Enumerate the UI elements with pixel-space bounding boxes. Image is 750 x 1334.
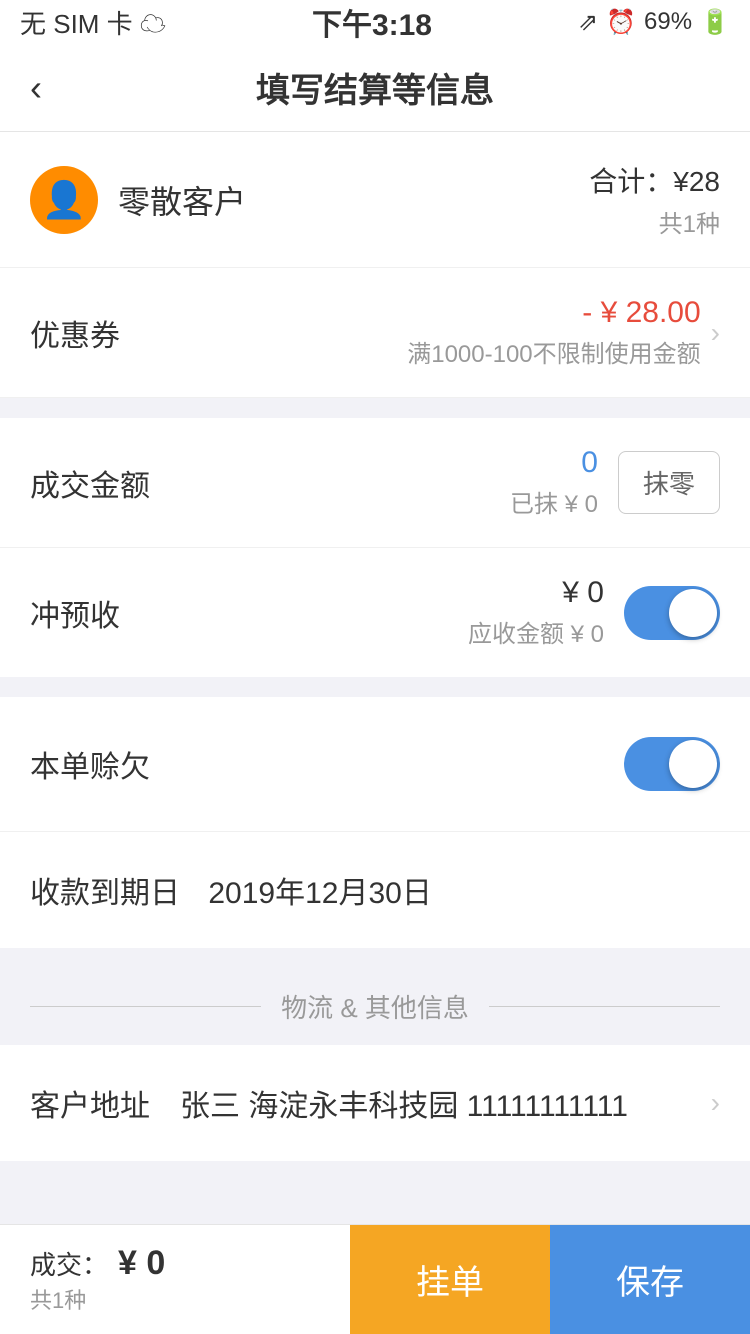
nav-bar: ‹ 填写结算等信息: [0, 44, 750, 132]
prepay-toggle-knob: [669, 589, 717, 637]
avatar-icon: 👤: [42, 179, 87, 221]
deal-amount-right: 0 已抹 ¥ 0 抹零: [510, 446, 720, 519]
address-chevron-icon: ›: [711, 1087, 720, 1119]
coupon-info: - ¥ 28.00 满1000-100不限制使用金额: [407, 296, 700, 369]
deal-amount-row: 成交金额 0 已抹 ¥ 0 抹零: [0, 418, 750, 548]
deal-amount-card: 成交金额 0 已抹 ¥ 0 抹零 冲预收 ¥ 0 应收金额 ¥ 0: [0, 418, 750, 677]
prepay-label: 冲预收: [30, 591, 120, 635]
deal-amount-value[interactable]: 0: [510, 446, 598, 480]
prepay-values: ¥ 0 应收金额 ¥ 0: [468, 576, 604, 649]
prepay-amount: ¥ 0: [468, 576, 604, 610]
due-date-label: 收款到期日: [30, 877, 180, 910]
status-bar: 无 SIM 卡 ☁ 下午3:18 ⇗ ⏰ 69% 🔋: [0, 0, 750, 44]
alarm-icon: ⏰: [606, 8, 636, 37]
status-time: 下午3:18: [312, 0, 432, 44]
customer-name: 零散客户: [118, 177, 246, 223]
sim-label: 无 SIM 卡 ☁: [20, 4, 166, 41]
coupon-amount: - ¥ 28.00: [407, 296, 700, 330]
customer-right: 合计：¥28 共1种: [589, 160, 720, 239]
debt-toggle-knob: [669, 740, 717, 788]
deal-amount-sub: 已抹 ¥ 0: [510, 484, 598, 519]
deal-amount-label: 成交金额: [30, 461, 190, 505]
debt-toggle[interactable]: [624, 737, 720, 791]
address-value: 张三 海淀永丰科技园 11111111111: [180, 1081, 711, 1125]
content-area: 👤 零散客户 合计：¥28 共1种 优惠券 - ¥ 28.00 满1000-10…: [0, 132, 750, 1301]
debt-card: 本单赊欠 收款到期日 2019年12月30日: [0, 697, 750, 948]
coupon-label: 优惠券: [30, 311, 120, 355]
debt-row: 本单赊欠: [0, 697, 750, 831]
coupon-desc: 满1000-100不限制使用金额: [407, 334, 700, 369]
debt-label: 本单赊欠: [30, 742, 150, 786]
prepay-right: ¥ 0 应收金额 ¥ 0: [468, 576, 720, 649]
avatar: 👤: [30, 166, 98, 234]
location-icon: ⇗: [578, 8, 598, 37]
battery-label: 69%: [644, 8, 692, 36]
page-title: 填写结算等信息: [256, 63, 494, 112]
bottom-deal-count: 共1种: [30, 1283, 320, 1315]
total-count: 共1种: [589, 204, 720, 239]
save-button[interactable]: 保存: [550, 1225, 750, 1334]
hold-button[interactable]: 挂单: [350, 1225, 550, 1334]
battery-icon: 🔋: [700, 8, 730, 37]
back-button[interactable]: ‹: [30, 67, 42, 109]
address-card[interactable]: 客户地址 张三 海淀永丰科技园 11111111111 ›: [0, 1045, 750, 1161]
round-zero-button[interactable]: 抹零: [618, 451, 720, 514]
customer-left: 👤 零散客户: [30, 166, 246, 234]
customer-row: 👤 零散客户 合计：¥28 共1种: [0, 132, 750, 268]
logistics-label: 物流 & 其他信息: [281, 988, 469, 1025]
address-row[interactable]: 客户地址 张三 海淀永丰科技园 11111111111 ›: [0, 1045, 750, 1161]
status-left: 无 SIM 卡 ☁: [20, 4, 166, 41]
chevron-right-icon: ›: [711, 317, 720, 349]
customer-card: 👤 零散客户 合计：¥28 共1种 优惠券 - ¥ 28.00 满1000-10…: [0, 132, 750, 398]
prepay-row: 冲预收 ¥ 0 应收金额 ¥ 0: [0, 548, 750, 677]
coupon-right: - ¥ 28.00 满1000-100不限制使用金额 ›: [407, 296, 720, 369]
due-date-row: 收款到期日 2019年12月30日: [0, 831, 750, 948]
prepay-toggle[interactable]: [624, 586, 720, 640]
bottom-deal-title: 成交：: [30, 1245, 108, 1282]
status-right: ⇗ ⏰ 69% 🔋: [578, 8, 730, 37]
address-label: 客户地址: [30, 1081, 150, 1125]
due-date-value: 2019年12月30日: [208, 877, 431, 910]
bottom-deal-info: 成交： ¥ 0 共1种: [0, 1244, 350, 1315]
bottom-bar: 成交： ¥ 0 共1种 挂单 保存: [0, 1224, 750, 1334]
bottom-deal-value: ¥ 0: [118, 1244, 165, 1283]
coupon-row[interactable]: 优惠券 - ¥ 28.00 满1000-100不限制使用金额 ›: [0, 268, 750, 398]
logistics-divider: 物流 & 其他信息: [0, 968, 750, 1045]
total-label: 合计：¥28: [589, 160, 720, 200]
prepay-sub: 应收金额 ¥ 0: [468, 614, 604, 649]
deal-amount-value-block: 0 已抹 ¥ 0: [510, 446, 598, 519]
